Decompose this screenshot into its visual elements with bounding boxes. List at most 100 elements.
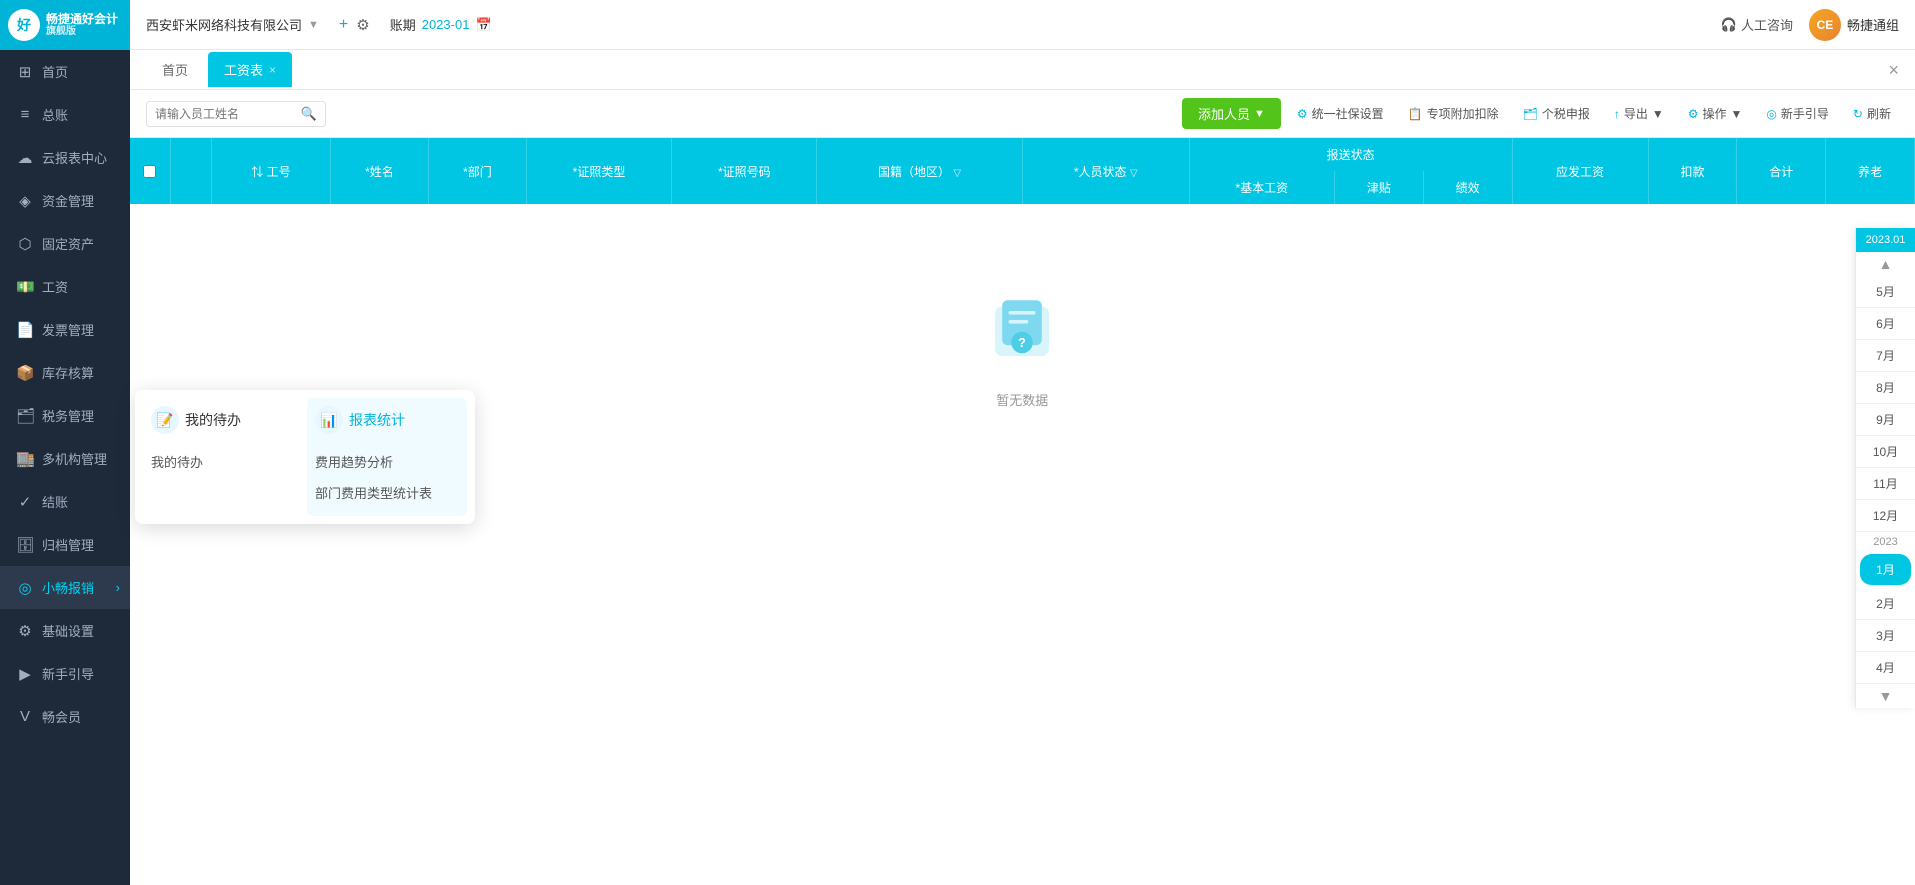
- month-item-2[interactable]: 2月: [1856, 588, 1915, 620]
- search-icon: 🔍: [301, 106, 317, 122]
- select-all-checkbox[interactable]: [143, 165, 156, 178]
- month-item-5[interactable]: 5月: [1856, 276, 1915, 308]
- expense-dropdown-popup: 📝 我的待办 我的待办 📊 报表统计 费用趋势分析 部门费用类型统计表: [135, 390, 475, 524]
- col-dept-header: *姓名: [330, 138, 428, 204]
- sidebar-item-salary[interactable]: 💵 工资: [0, 265, 130, 308]
- month-item-7[interactable]: 7月: [1856, 340, 1915, 372]
- month-item-9[interactable]: 9月: [1856, 404, 1915, 436]
- operation-dropdown-arrow: ▼: [1731, 107, 1743, 121]
- top-bar-right: 🎧 人工咨询 CE 畅捷通组: [1721, 9, 1899, 41]
- service-btn[interactable]: 🎧 人工咨询: [1721, 15, 1793, 34]
- empty-icon: ?: [977, 284, 1067, 374]
- month-panel-header: 2023.01: [1856, 228, 1915, 252]
- sidebar-item-tax[interactable]: 🗂 税务管理: [0, 394, 130, 437]
- report-section-icon: 📊: [315, 406, 343, 434]
- month-panel: 2023.01 ▲ 5月 6月 7月 8月 9月 10月 11月 12月 202…: [1855, 228, 1915, 708]
- sidebar: 好 畅捷通好会计 旗舰版 ⊞ 首页 ≡ 总账 ☁ 云报表中心 ◈ 资金管理 ⬡ …: [0, 0, 130, 885]
- sidebar-item-invoice[interactable]: 📄 发票管理: [0, 308, 130, 351]
- sidebar-item-asset[interactable]: ⬡ 固定资产: [0, 222, 130, 265]
- popup-section2-title: 报表统计: [349, 410, 405, 430]
- sidebar-item-ledger[interactable]: ≡ 总账: [0, 93, 130, 136]
- month-item-6[interactable]: 6月: [1856, 308, 1915, 340]
- sidebar-item-close-account[interactable]: ✓ 结账: [0, 480, 130, 523]
- tax-report-btn[interactable]: 🗂 个税申报: [1515, 101, 1598, 126]
- search-input[interactable]: [155, 107, 295, 121]
- refresh-btn[interactable]: ↻ 刷新: [1845, 101, 1899, 126]
- col-performance-header: 绩效: [1423, 171, 1512, 204]
- deduction-btn[interactable]: 📋 专项附加扣除: [1400, 101, 1507, 126]
- col-report-status-header[interactable]: *人员状态 ▽: [1022, 138, 1189, 204]
- sidebar-item-basic-settings[interactable]: ⚙ 基础设置: [0, 609, 130, 652]
- col-deduction-header: 应发工资: [1512, 138, 1648, 204]
- month-item-1[interactable]: 1月: [1860, 554, 1911, 586]
- col-checkbox-header[interactable]: [130, 138, 170, 204]
- search-box[interactable]: 🔍: [146, 101, 326, 127]
- sidebar-item-cloud-report[interactable]: ☁ 云报表中心: [0, 136, 130, 179]
- popup-section1-title: 我的待办: [185, 410, 241, 430]
- tax-icon: 🗂: [16, 407, 34, 425]
- export-dropdown-arrow: ▼: [1652, 107, 1664, 121]
- asset-icon: ⬡: [16, 235, 34, 253]
- sidebar-nav: ⊞ 首页 ≡ 总账 ☁ 云报表中心 ◈ 资金管理 ⬡ 固定资产 💵 工资 📄 发…: [0, 50, 130, 885]
- company-selector[interactable]: 西安虾米网络科技有限公司 ▼: [146, 15, 319, 34]
- social-security-icon: ⚙: [1297, 107, 1308, 121]
- archive-icon: 🗄: [16, 536, 34, 554]
- global-close-btn[interactable]: ×: [1888, 60, 1899, 81]
- sidebar-item-inventory[interactable]: 📦 库存核算: [0, 351, 130, 394]
- user-avatar: CE: [1809, 9, 1841, 41]
- sidebar-item-member[interactable]: V 畅会员: [0, 695, 130, 738]
- sidebar-item-archive[interactable]: 🗄 归档管理: [0, 523, 130, 566]
- popup-item-expense-trend[interactable]: 费用趋势分析: [315, 446, 459, 477]
- report-status-filter-icon: ▽: [1130, 168, 1138, 179]
- month-item-11[interactable]: 11月: [1856, 468, 1915, 500]
- multi-org-icon: 🏬: [16, 450, 34, 468]
- sidebar-item-expense[interactable]: ◎ 小畅报销: [0, 566, 130, 609]
- fund-icon: ◈: [16, 192, 34, 210]
- sidebar-item-home[interactable]: ⊞ 首页: [0, 50, 130, 93]
- company-dropdown-arrow: ▼: [308, 19, 319, 31]
- inventory-icon: 📦: [16, 364, 34, 382]
- col-base-salary-header: *基本工资: [1189, 171, 1334, 204]
- col-id-no-header: *证照类型: [526, 138, 671, 204]
- tab-close-salary[interactable]: ×: [269, 63, 276, 77]
- logo-icon: 好: [8, 9, 40, 41]
- popup-item-my-todo[interactable]: 我的待办: [151, 446, 295, 477]
- member-icon: V: [16, 708, 34, 725]
- month-item-8[interactable]: 8月: [1856, 372, 1915, 404]
- company-name: 西安虾米网络科技有限公司: [146, 15, 302, 34]
- guide-icon: ◎: [1766, 107, 1776, 121]
- sidebar-item-guide[interactable]: ▶ 新手引导: [0, 652, 130, 695]
- invoice-icon: 📄: [16, 321, 34, 339]
- operation-btn[interactable]: ⚙ 操作 ▼: [1680, 101, 1751, 126]
- export-icon: ↑: [1614, 107, 1620, 121]
- col-id-type-header: *部门: [428, 138, 526, 204]
- period-selector[interactable]: 账期 2023-01 📅: [390, 15, 492, 34]
- settings-icon[interactable]: ⚙: [356, 16, 369, 34]
- user-info[interactable]: CE 畅捷通组: [1809, 9, 1899, 41]
- add-icon[interactable]: +: [339, 16, 348, 34]
- month-item-10[interactable]: 10月: [1856, 436, 1915, 468]
- month-item-12[interactable]: 12月: [1856, 500, 1915, 532]
- sidebar-item-fund[interactable]: ◈ 资金管理: [0, 179, 130, 222]
- sidebar-item-multi-org[interactable]: 🏬 多机构管理: [0, 437, 130, 480]
- col-staff-status-header[interactable]: 国籍（地区） ▽: [817, 138, 1022, 204]
- month-nav-up[interactable]: ▲: [1856, 252, 1915, 276]
- tab-salary[interactable]: 工资表 ×: [208, 52, 292, 87]
- guide-btn[interactable]: ◎ 新手引导: [1758, 101, 1837, 126]
- col-pension-header: 合计: [1737, 138, 1826, 204]
- col-allowance-header: 津贴: [1334, 171, 1423, 204]
- month-nav-down[interactable]: ▼: [1856, 684, 1915, 708]
- toolbar: 🔍 添加人员 ▼ ⚙ 统一社保设置 📋 专项附加扣除 🗂 个税申报 ↑ 导出: [130, 90, 1915, 138]
- month-item-4[interactable]: 4月: [1856, 652, 1915, 684]
- export-btn[interactable]: ↑ 导出 ▼: [1606, 101, 1672, 126]
- col-name-header[interactable]: ⇅ 工号: [211, 138, 330, 204]
- col-number-header: [170, 138, 211, 204]
- operation-icon: ⚙: [1688, 107, 1699, 121]
- month-item-3[interactable]: 3月: [1856, 620, 1915, 652]
- salary-icon: 💵: [16, 278, 34, 296]
- popup-item-dept-expense[interactable]: 部门费用类型统计表: [315, 477, 459, 508]
- social-security-btn[interactable]: ⚙ 统一社保设置: [1289, 101, 1392, 126]
- add-person-dropdown-arrow: ▼: [1254, 108, 1265, 120]
- tab-home[interactable]: 首页: [146, 52, 204, 87]
- add-person-button[interactable]: 添加人员 ▼: [1182, 98, 1281, 129]
